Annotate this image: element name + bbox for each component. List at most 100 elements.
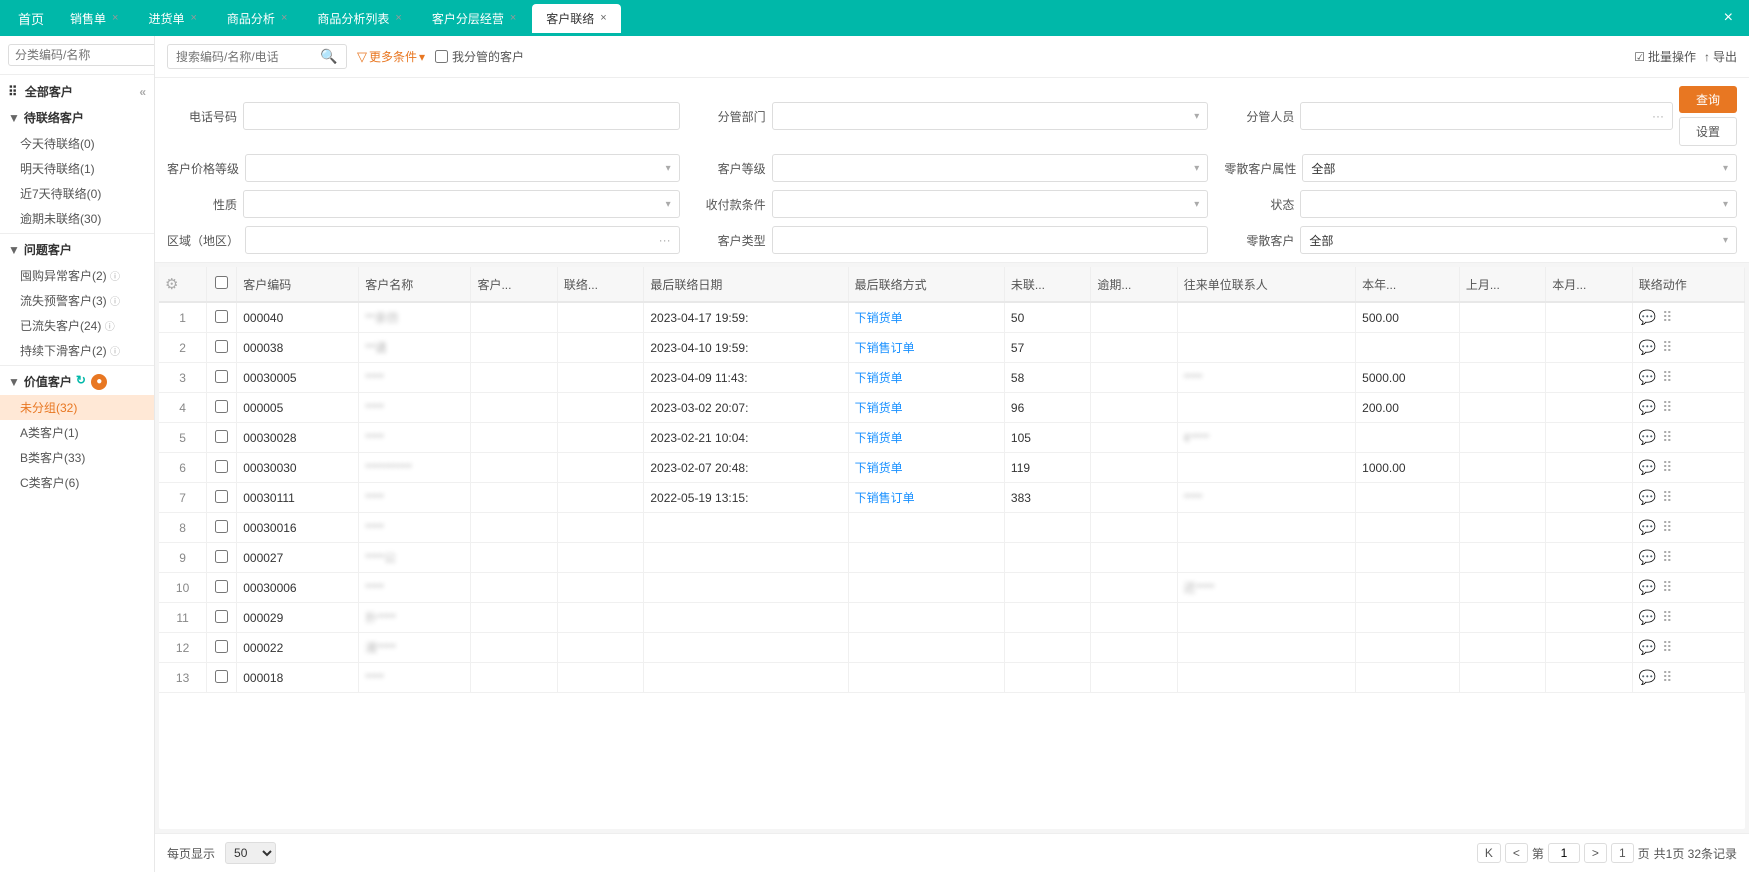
sidebar-group-problem[interactable]: ▼ 问题客户 [0,236,154,263]
sidebar-item-overdue[interactable]: 逾期未联络(30) [0,206,154,231]
nav-tab-purchase[interactable]: 进货单 × [134,4,210,33]
last-method-link[interactable]: 下销货单 [855,431,903,445]
nav-tab-customer-contact[interactable]: 客户联络 × [532,4,620,33]
nav-tab-analysis-list[interactable]: 商品分析列表 × [303,4,415,33]
retail-attr-input[interactable]: 全部 ▾ [1302,154,1737,182]
message-icon[interactable]: 💬 [1639,429,1656,446]
grid-icon[interactable]: ⠿ [1662,579,1672,596]
row-checkbox[interactable] [215,430,228,443]
status-input[interactable]: ▾ [1300,190,1737,218]
filter-search-box[interactable]: 🔍 [167,44,347,69]
prev-page-button[interactable]: < [1505,843,1528,863]
grid-icon[interactable]: ⠿ [1662,339,1672,356]
row-checkbox[interactable] [215,670,228,683]
last-method-link[interactable]: 下销货单 [855,461,903,475]
retail-customer-input[interactable]: 全部 ▾ [1300,226,1737,254]
price-level-input[interactable]: ▾ [245,154,680,182]
reset-button[interactable]: 设置 [1679,117,1737,146]
filter-search-icon[interactable]: 🔍 [320,48,337,65]
filter-search-input[interactable] [176,50,316,64]
row-checkbox[interactable] [215,580,228,593]
page-number-input[interactable] [1548,843,1580,863]
refresh-icon[interactable]: ↻ [76,373,86,387]
nav-tab-analysis-list-close[interactable]: × [395,12,401,24]
phone-input[interactable] [243,102,680,130]
message-icon[interactable]: 💬 [1639,579,1656,596]
next-page-button[interactable]: > [1584,843,1607,863]
th-last-date[interactable]: 最后联络日期 [644,267,848,302]
person-input[interactable]: ··· [1300,102,1673,130]
nav-tab-analysis[interactable]: 商品分析 × [213,4,301,33]
row-checkbox[interactable] [215,340,228,353]
grid-icon[interactable]: ⠿ [1662,519,1672,536]
grid-icon[interactable]: ⠿ [1662,459,1672,476]
nav-tab-sales[interactable]: 销售单 × [56,4,132,33]
row-checkbox[interactable] [215,520,228,533]
message-icon[interactable]: 💬 [1639,669,1656,686]
message-icon[interactable]: 💬 [1639,399,1656,416]
grid-icon[interactable]: ⠿ [1662,429,1672,446]
row-checkbox[interactable] [215,400,228,413]
select-all-checkbox[interactable] [215,276,228,289]
message-icon[interactable]: 💬 [1639,459,1656,476]
last-method-link[interactable]: 下销货单 [855,311,903,325]
th-code[interactable]: 客户编码 [237,267,359,302]
query-button[interactable]: 查询 [1679,86,1737,113]
nav-tab-customer-seg[interactable]: 客户分层经营 × [418,4,530,33]
sidebar-group-pending[interactable]: ▼ 待联络客户 [0,104,154,131]
sidebar-item-class-c[interactable]: C类客户(6) [0,470,154,495]
grid-icon[interactable]: ⠿ [1662,639,1672,656]
sidebar-item-class-b[interactable]: B类客户(33) [0,445,154,470]
message-icon[interactable]: 💬 [1639,519,1656,536]
sidebar-item-abnormal[interactable]: 囤购异常客户(2) ⓘ [0,263,154,288]
row-checkbox[interactable] [215,460,228,473]
nav-tab-purchase-close[interactable]: × [190,12,196,24]
message-icon[interactable]: 💬 [1639,549,1656,566]
filter-more-conditions[interactable]: ▽ 更多条件 ▾ [357,48,425,65]
last-method-link[interactable]: 下销货单 [855,401,903,415]
row-checkbox[interactable] [215,640,228,653]
grid-icon[interactable]: ⠿ [1662,369,1672,386]
nav-tab-customer-seg-close[interactable]: × [510,12,516,24]
dept-input[interactable]: ▾ [772,102,1209,130]
last-method-link[interactable]: 下销货单 [855,371,903,385]
message-icon[interactable]: 💬 [1639,639,1656,656]
settings-icon[interactable]: ⚙ [165,276,178,293]
batch-ops-button[interactable]: ☑ 批量操作 [1634,48,1696,65]
customer-level-input[interactable]: ▾ [772,154,1209,182]
sidebar-item-declining[interactable]: 持续下滑客户(2) ⓘ [0,338,154,363]
grid-icon[interactable]: ⠿ [1662,609,1672,626]
th-name[interactable]: 客户名称 [359,267,471,302]
customer-type-input[interactable] [772,226,1209,254]
nav-tab-customer-contact-close[interactable]: × [600,12,606,24]
sidebar-item-tomorrow[interactable]: 明天待联络(1) [0,156,154,181]
row-checkbox[interactable] [215,310,228,323]
last-method-link[interactable]: 下销售订单 [855,491,915,505]
nav-tab-analysis-close[interactable]: × [281,12,287,24]
row-checkbox[interactable] [215,550,228,563]
last-method-link[interactable]: 下销售订单 [855,341,915,355]
grid-icon[interactable]: ⠿ [1662,399,1672,416]
sidebar-item-7days[interactable]: 近7天待联络(0) [0,181,154,206]
sidebar-item-ungrouped[interactable]: 未分组(32) [0,395,154,420]
my-customers-checkbox[interactable] [435,50,448,63]
row-checkbox[interactable] [215,610,228,623]
first-page-button[interactable]: K [1477,843,1501,863]
message-icon[interactable]: 💬 [1639,309,1656,326]
nav-home[interactable]: 首页 [8,3,54,34]
row-checkbox[interactable] [215,370,228,383]
sidebar-item-churn-warn[interactable]: 流失预警客户(3) ⓘ [0,288,154,313]
message-icon[interactable]: 💬 [1639,489,1656,506]
sidebar-item-class-a[interactable]: A类客户(1) [0,420,154,445]
window-close-button[interactable]: × [1716,5,1741,31]
region-input[interactable]: ··· [245,226,680,254]
sidebar-collapse-btn[interactable]: « [139,85,146,99]
last-page-button[interactable]: 1 [1611,843,1634,863]
nav-tab-sales-close[interactable]: × [112,12,118,24]
sidebar-all-customers[interactable]: ⠿ 全部客户 « [0,75,154,104]
sidebar-search-input[interactable] [8,44,155,66]
gender-input[interactable]: ▾ [243,190,680,218]
sidebar-item-today[interactable]: 今天待联络(0) [0,131,154,156]
grid-icon[interactable]: ⠿ [1662,549,1672,566]
row-checkbox[interactable] [215,490,228,503]
